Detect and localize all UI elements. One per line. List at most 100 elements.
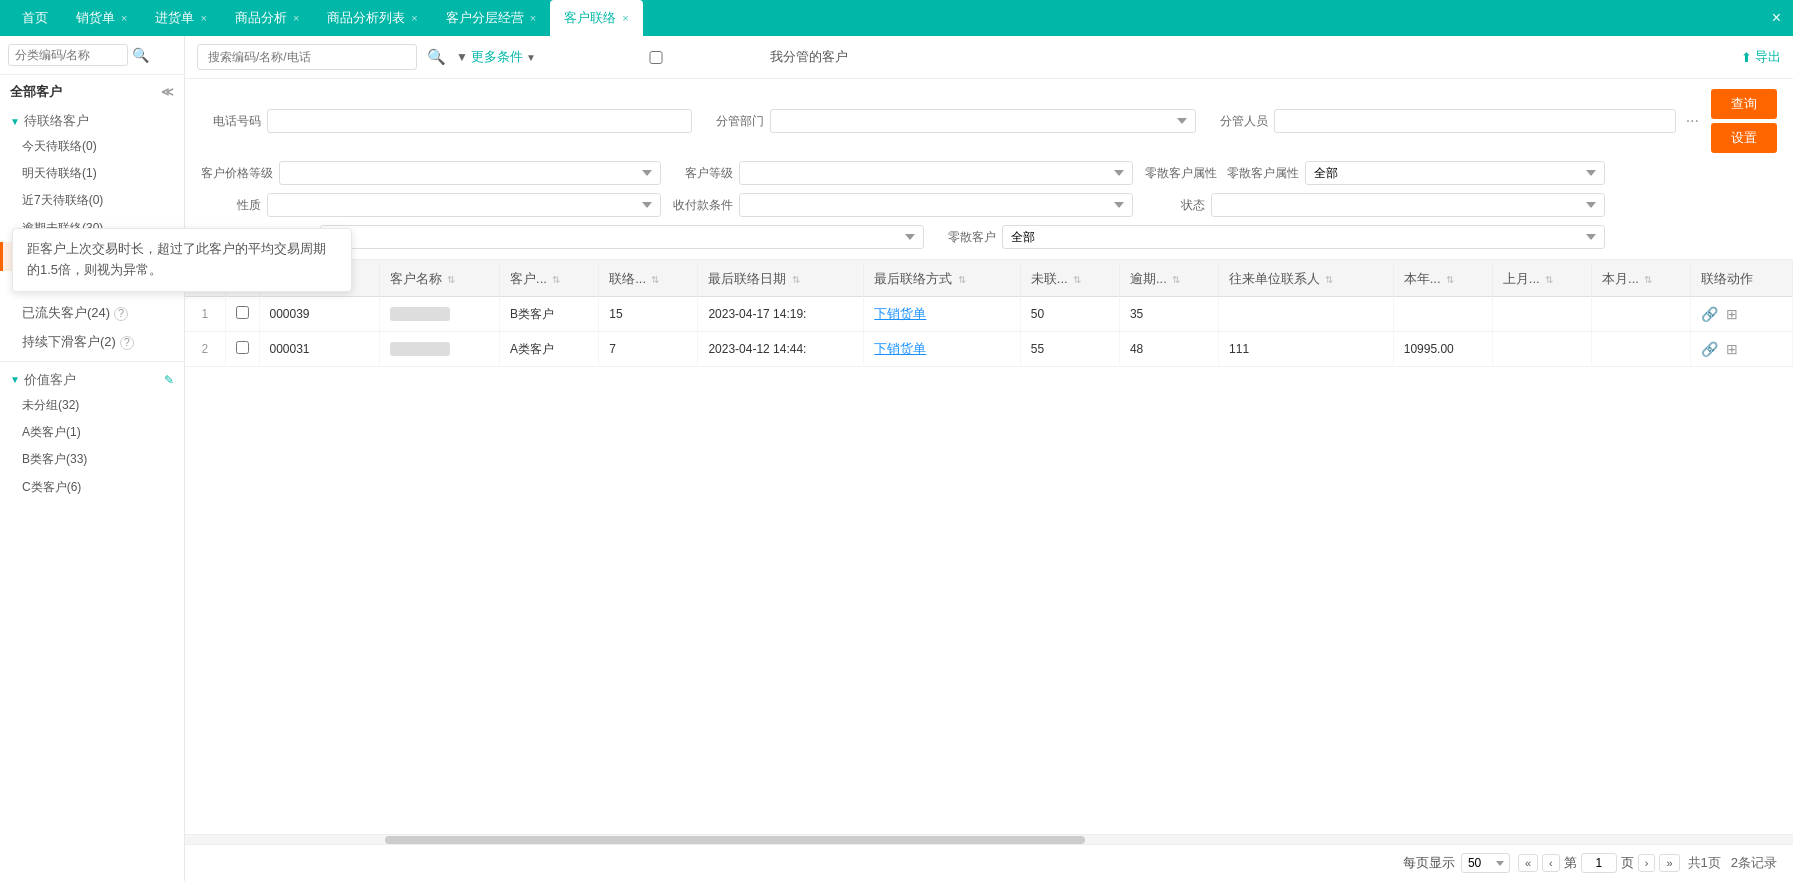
total-info: 共1页 2条记录	[1688, 854, 1777, 872]
cust-type-select[interactable]	[320, 225, 924, 249]
nav-customer-tier[interactable]: 客户分层经营 ×	[432, 0, 550, 36]
row2-link-icon[interactable]: 🔗	[1701, 341, 1718, 357]
row2-checkbox[interactable]	[236, 341, 249, 354]
sidebar-item-today[interactable]: 今天待联络(0)	[0, 133, 184, 160]
search-button[interactable]: 🔍	[427, 48, 446, 66]
sidebar-item-churned[interactable]: 已流失客户(24) ?	[0, 299, 184, 328]
col-name[interactable]: 客户名称 ⇅	[379, 262, 499, 297]
nav-purchase-order-close[interactable]: ×	[200, 12, 206, 24]
col-type[interactable]: 客户... ⇅	[500, 262, 599, 297]
filter-bar: 🔍 ▼ 更多条件 ▼ 我分管的客户 ⬆ 导出	[185, 36, 1793, 79]
unit-contact-sort-icon: ⇅	[1325, 274, 1333, 285]
sidebar-item-declining[interactable]: 持续下滑客户(2) ?	[0, 328, 184, 357]
row1-grid-icon[interactable]: ⊞	[1726, 306, 1738, 322]
table-row: 1 000039 B类客户 15 2023-04-17 14:19: 下销货单 …	[185, 297, 1793, 332]
cust-grade-select[interactable]	[739, 161, 1133, 185]
search-input[interactable]	[197, 44, 417, 70]
retail-attr-select[interactable]: 全部	[1305, 161, 1605, 185]
prev-page-button[interactable]: ‹	[1542, 854, 1560, 872]
nav-home[interactable]: 首页	[8, 0, 62, 36]
row2-name-blurred	[390, 342, 450, 356]
col-last-date[interactable]: 最后联络日期 ⇅	[698, 262, 864, 297]
payment-select[interactable]	[739, 193, 1133, 217]
col-last-way[interactable]: 最后联络方式 ⇅	[864, 262, 1021, 297]
filter-gender: 性质	[201, 193, 661, 217]
current-page-input[interactable]	[1581, 853, 1617, 873]
last-way-sort-icon: ⇅	[958, 274, 966, 285]
sidebar-group-waiting[interactable]: ▼ 待联络客户	[0, 107, 184, 133]
sidebar-search-icon[interactable]: 🔍	[132, 47, 149, 63]
dept-select[interactable]	[770, 109, 1195, 133]
sidebar-item-7days[interactable]: 近7天待联络(0)	[0, 187, 184, 214]
sidebar-search-input[interactable]	[8, 44, 128, 66]
nav-sales-order-close[interactable]: ×	[121, 12, 127, 24]
sidebar-item-class-a[interactable]: A类客户(1)	[0, 419, 184, 446]
value-customers-edit-icon[interactable]: ✎	[164, 373, 174, 387]
my-customers-checkbox-label[interactable]: 我分管的客户	[546, 48, 848, 66]
sidebar-section-all-customers[interactable]: 全部客户 ≪	[0, 75, 184, 107]
status-select[interactable]	[1211, 193, 1605, 217]
nav-purchase-order[interactable]: 进货单 ×	[141, 0, 220, 36]
gender-select[interactable]	[267, 193, 661, 217]
row2-action-icons: 🔗 ⊞	[1701, 341, 1782, 357]
row1-code: 000039	[259, 297, 379, 332]
sidebar-item-class-b[interactable]: B类客户(33)	[0, 446, 184, 473]
nav-product-list-close[interactable]: ×	[411, 12, 417, 24]
nav-customer-contact-close[interactable]: ×	[622, 12, 628, 24]
row1-contact: 15	[599, 297, 698, 332]
col-contact[interactable]: 联络... ⇅	[599, 262, 698, 297]
sidebar-item-class-c[interactable]: C类客户(6)	[0, 474, 184, 501]
col-last-month[interactable]: 上月... ⇅	[1492, 262, 1591, 297]
retail-cust-select[interactable]: 全部	[1002, 225, 1606, 249]
person-input[interactable]	[1274, 109, 1676, 133]
horizontal-scrollbar[interactable]	[185, 834, 1793, 844]
query-button[interactable]: 查询	[1711, 89, 1777, 119]
col-unit-contact[interactable]: 往来单位联系人 ⇅	[1219, 262, 1394, 297]
row1-num: 1	[185, 297, 225, 332]
row2-last-way: 下销货单	[864, 332, 1021, 367]
col-this-month[interactable]: 本月... ⇅	[1592, 262, 1691, 297]
sidebar-collapse-icon[interactable]: ≪	[161, 85, 174, 99]
first-page-button[interactable]: «	[1518, 854, 1538, 872]
next-page-button[interactable]: ›	[1638, 854, 1656, 872]
my-customers-checkbox[interactable]	[546, 51, 766, 64]
col-this-year[interactable]: 本年... ⇅	[1393, 262, 1492, 297]
sidebar-item-ungrouped[interactable]: 未分组(32)	[0, 392, 184, 419]
nav-customer-tier-close[interactable]: ×	[530, 12, 536, 24]
uncontact-sort-icon: ⇅	[1073, 274, 1081, 285]
scrollbar-thumb[interactable]	[385, 836, 1085, 844]
sidebar-group-value[interactable]: ▼ 价值客户 ✎	[0, 366, 184, 392]
row1-link-icon[interactable]: 🔗	[1701, 306, 1718, 322]
person-more-icon[interactable]: ···	[1686, 112, 1699, 130]
table-row: 2 000031 A类客户 7 2023-04-12 14:44: 下销货单 5…	[185, 332, 1793, 367]
phone-label: 电话号码	[201, 113, 261, 130]
row1-name	[379, 297, 499, 332]
col-uncontact[interactable]: 未联... ⇅	[1020, 262, 1119, 297]
row1-checkbox[interactable]	[236, 306, 249, 319]
row1-last-way-link[interactable]: 下销货单	[874, 306, 926, 321]
per-page-select[interactable]: 50 100 200	[1461, 853, 1510, 873]
sidebar: 🔍 全部客户 ≪ ▼ 待联络客户 今天待联络(0) 明天待联络(1) 近7天待联…	[0, 36, 185, 881]
nav-product-list[interactable]: 商品分析列表 ×	[313, 0, 431, 36]
close-all-tabs[interactable]: ×	[1772, 9, 1781, 27]
row2-grid-icon[interactable]: ⊞	[1726, 341, 1738, 357]
row2-last-way-link[interactable]: 下销货单	[874, 341, 926, 356]
more-conditions-toggle[interactable]: ▼ 更多条件 ▼	[456, 48, 536, 66]
row1-action: 🔗 ⊞	[1691, 297, 1793, 332]
nav-product-analysis-close[interactable]: ×	[293, 12, 299, 24]
nav-product-analysis[interactable]: 商品分析 ×	[221, 0, 313, 36]
export-button[interactable]: ⬆ 导出	[1741, 48, 1781, 66]
nav-customer-contact[interactable]: 客户联络 ×	[550, 0, 642, 36]
churned-info-icon[interactable]: ?	[114, 307, 128, 321]
settings-button[interactable]: 设置	[1711, 123, 1777, 153]
price-grade-label: 客户价格等级	[201, 165, 273, 182]
declining-info-icon[interactable]: ?	[120, 336, 134, 350]
col-overdue[interactable]: 逾期... ⇅	[1119, 262, 1218, 297]
row2-contact: 7	[599, 332, 698, 367]
price-grade-select[interactable]	[279, 161, 661, 185]
sidebar-item-tomorrow[interactable]: 明天待联络(1)	[0, 160, 184, 187]
type-sort-icon: ⇅	[552, 274, 560, 285]
phone-input[interactable]	[267, 109, 692, 133]
nav-sales-order[interactable]: 销货单 ×	[62, 0, 141, 36]
last-page-button[interactable]: »	[1659, 854, 1679, 872]
